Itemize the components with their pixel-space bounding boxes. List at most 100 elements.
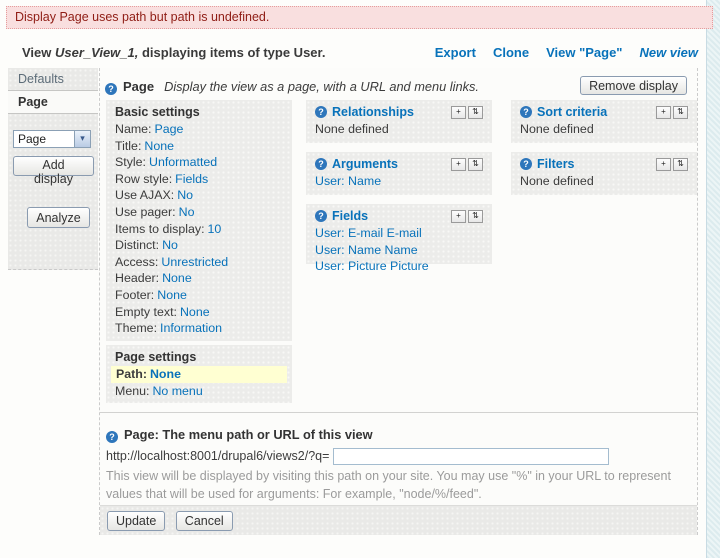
setting-value-link[interactable]: Page [155, 122, 184, 136]
field-row: User: Name Name [315, 242, 483, 259]
basic-settings-title: Basic settings [115, 105, 200, 119]
display-header: ? Page Display the view as a page, with a … [105, 76, 691, 99]
arguments-box: ? Arguments + ⇅ User: Name [306, 152, 492, 195]
remove-display-button[interactable]: Remove display [580, 76, 687, 95]
filters-title-link[interactable]: Filters [537, 156, 654, 172]
add-icon[interactable]: + [656, 157, 671, 171]
export-link[interactable]: Export [435, 45, 476, 60]
setting-value-link[interactable]: No [177, 188, 193, 202]
sort-criteria-header: ? Sort criteria + ⇅ [520, 104, 688, 120]
filters-header: ? Filters + ⇅ [520, 156, 688, 172]
setting-label: Access: [115, 254, 159, 269]
argument-link[interactable]: User: Name [315, 174, 381, 188]
add-icon[interactable]: + [656, 105, 671, 119]
analyze-button[interactable]: Analyze [27, 207, 90, 228]
add-icon[interactable]: + [451, 157, 466, 171]
rearrange-icon[interactable]: ⇅ [468, 105, 483, 119]
setting-value-link[interactable]: No [179, 205, 195, 219]
page-settings-box: Page settings Path: None Menu: No menu [106, 345, 292, 403]
menu-value-link[interactable]: No menu [152, 384, 202, 398]
config-pane-divider [100, 412, 697, 413]
path-form-heading-text: Page: The menu path or URL of this view [124, 427, 373, 442]
view-page-link[interactable]: View "Page" [546, 45, 622, 60]
setting-label: Empty text: [115, 304, 177, 319]
display-description: Display the view as a page, with a URL a… [164, 79, 479, 94]
relationships-empty: None defined [315, 122, 389, 136]
url-prefix-label: http://localhost:8001/drupal6/views2/?q= [106, 448, 330, 463]
tab-defaults[interactable]: Defaults [8, 68, 98, 91]
sort-criteria-title-link[interactable]: Sort criteria [537, 104, 654, 120]
display-type-select-value: Page [18, 132, 47, 146]
help-icon[interactable]: ? [315, 210, 327, 222]
fields-box: ? Fields + ⇅ User: E-mail E-mail User: N… [306, 204, 492, 273]
tab-page[interactable]: Page [8, 91, 98, 114]
new-view-link[interactable]: New view [639, 45, 698, 60]
setting-row: Distinct: No [115, 237, 283, 254]
form-actions-bar: Update Cancel [100, 505, 697, 535]
view-summary: View User_View_1, displaying items of ty… [22, 45, 326, 60]
setting-value-link[interactable]: Unrestricted [161, 255, 228, 269]
setting-label: Use AJAX: [115, 188, 175, 203]
help-icon[interactable]: ? [315, 106, 327, 118]
rearrange-icon[interactable]: ⇅ [468, 157, 483, 171]
view-name: User_View_1, [55, 45, 139, 60]
add-display-button[interactable]: Add display [13, 156, 94, 186]
setting-value-link[interactable]: None [162, 271, 192, 285]
setting-value-link[interactable]: Unformatted [149, 155, 217, 169]
rearrange-icon[interactable]: ⇅ [673, 157, 688, 171]
path-form-heading: ? Page: The menu path or URL of this view [106, 427, 373, 443]
field-link[interactable]: User: E-mail E-mail [315, 226, 422, 240]
setting-label: Path: [116, 367, 147, 381]
setting-value-link[interactable]: 10 [208, 222, 222, 236]
field-link[interactable]: User: Name Name [315, 243, 418, 257]
help-icon[interactable]: ? [105, 83, 117, 95]
clone-link[interactable]: Clone [493, 45, 529, 60]
error-message: Display Page uses path but path is undef… [15, 10, 270, 24]
setting-value-link[interactable]: None [157, 288, 187, 302]
fields-title-link[interactable]: Fields [332, 208, 449, 224]
setting-row: Use AJAX: No [115, 187, 283, 204]
relationships-box: ? Relationships + ⇅ None defined [306, 100, 492, 143]
setting-label: Title: [115, 138, 142, 153]
add-icon[interactable]: + [451, 105, 466, 119]
display-type-select[interactable]: Page ▾ [13, 130, 91, 148]
path-url-row: http://localhost:8001/drupal6/views2/?q= [106, 448, 610, 465]
setting-row: Theme: Information [115, 320, 283, 337]
sort-criteria-empty: None defined [520, 122, 594, 136]
help-icon[interactable]: ? [315, 158, 327, 170]
setting-value-link[interactable]: Information [160, 321, 222, 335]
setting-label: Footer: [115, 287, 155, 302]
setting-row-menu: Menu: No menu [115, 383, 283, 400]
help-icon[interactable]: ? [106, 431, 118, 443]
setting-label: Header: [115, 271, 160, 286]
setting-label: Row style: [115, 171, 173, 186]
setting-row: Items to display: 10 [115, 221, 283, 238]
rearrange-icon[interactable]: ⇅ [468, 209, 483, 223]
help-icon[interactable]: ? [520, 106, 532, 118]
setting-value-link[interactable]: None [180, 305, 210, 319]
view-summary-prefix: View [22, 45, 56, 60]
relationships-title-link[interactable]: Relationships [332, 104, 449, 120]
rearrange-icon[interactable]: ⇅ [673, 105, 688, 119]
relationships-header: ? Relationships + ⇅ [315, 104, 483, 120]
setting-label: Use pager: [115, 204, 176, 219]
field-link[interactable]: User: Picture Picture [315, 259, 429, 273]
sort-criteria-box: ? Sort criteria + ⇅ None defined [511, 100, 697, 143]
setting-row: Footer: None [115, 287, 283, 304]
page-background-strip [706, 0, 720, 558]
basic-settings-box: Basic settings Name: Page Title: None Styl… [106, 100, 292, 341]
help-icon[interactable]: ? [520, 158, 532, 170]
path-value-link[interactable]: None [150, 367, 181, 381]
add-icon[interactable]: + [451, 209, 466, 223]
arguments-title-link[interactable]: Arguments [332, 156, 449, 172]
update-button[interactable]: Update [107, 511, 166, 531]
setting-value-link[interactable]: Fields [175, 172, 208, 186]
setting-value-link[interactable]: No [162, 238, 178, 252]
header-links: Export Clone View "Page" New view [435, 45, 698, 60]
page-settings-title: Page settings [115, 350, 197, 364]
setting-row: Title: None [115, 138, 283, 155]
cancel-button[interactable]: Cancel [175, 511, 233, 531]
setting-value-link[interactable]: None [144, 139, 174, 153]
setting-row: Empty text: None [115, 304, 283, 321]
path-input[interactable] [333, 448, 610, 465]
